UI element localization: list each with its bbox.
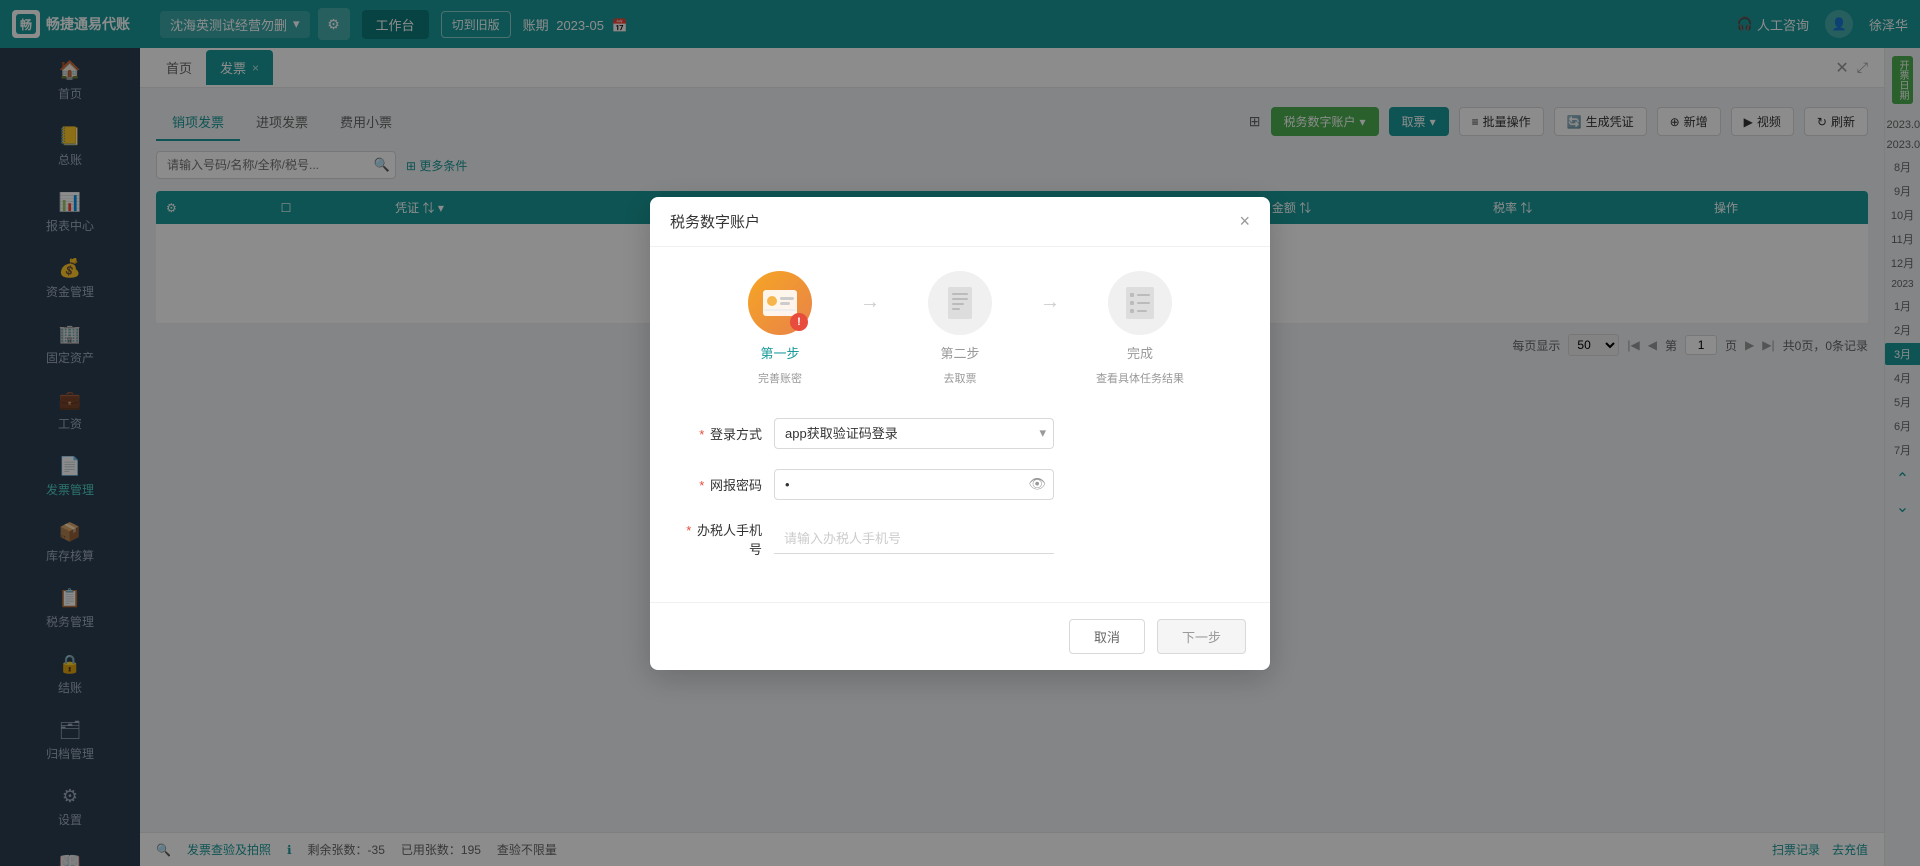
- step2-desc: 去取票: [944, 370, 977, 386]
- steps-row: ! 第一步 完善账密 →: [682, 271, 1238, 386]
- required-mark-2: *: [699, 478, 704, 493]
- step1-desc: 完善账密: [758, 370, 802, 386]
- phone-row: * 办税人手机号: [682, 520, 1238, 558]
- step1-badge: !: [790, 313, 808, 331]
- required-mark-1: *: [699, 427, 704, 442]
- password-input[interactable]: [774, 469, 1054, 500]
- step-3: 完成 查看具体任务结果: [1060, 271, 1220, 386]
- checklist-icon: [1122, 285, 1158, 321]
- step1-label: 第一步: [760, 343, 799, 362]
- login-method-control: app获取验证码登录 账号密码登录 ▾: [774, 418, 1054, 449]
- step3-icon-wrap: [1108, 271, 1172, 335]
- step-2: 第二步 去取票: [880, 271, 1040, 386]
- password-label: * 网报密码: [682, 475, 762, 494]
- step2-icon-wrap: [928, 271, 992, 335]
- tax-digital-dialog: 税务数字账户 ×: [650, 197, 1270, 670]
- step-1: ! 第一步 完善账密: [700, 271, 860, 386]
- dialog-footer: 取消 下一步: [650, 602, 1270, 670]
- eye-toggle-icon[interactable]: 👁: [1028, 476, 1046, 493]
- password-control: 👁: [774, 469, 1054, 500]
- phone-label: * 办税人手机号: [682, 520, 762, 558]
- required-mark-3: *: [686, 523, 691, 538]
- step3-label: 完成: [1127, 343, 1153, 362]
- next-step-button[interactable]: 下一步: [1157, 619, 1246, 654]
- modal-overlay: 税务数字账户 ×: [0, 0, 1920, 866]
- step3-desc: 查看具体任务结果: [1096, 370, 1184, 386]
- dialog-body: ! 第一步 完善账密 →: [650, 247, 1270, 602]
- id-card-icon: [762, 289, 798, 317]
- step1-icon-wrap: !: [748, 271, 812, 335]
- login-method-select[interactable]: app获取验证码登录 账号密码登录: [774, 418, 1054, 449]
- phone-input[interactable]: [774, 524, 1054, 554]
- cancel-button[interactable]: 取消: [1069, 619, 1145, 654]
- document-icon: [942, 285, 978, 321]
- login-method-label: * 登录方式: [682, 424, 762, 443]
- step-arrow-2: →: [1040, 271, 1060, 314]
- phone-control: [774, 524, 1054, 554]
- step2-label: 第二步: [940, 343, 979, 362]
- dialog-close-button[interactable]: ×: [1239, 212, 1250, 230]
- password-row: * 网报密码 👁: [682, 469, 1238, 500]
- login-method-row: * 登录方式 app获取验证码登录 账号密码登录 ▾: [682, 418, 1238, 449]
- step-arrow-1: →: [860, 271, 880, 314]
- dialog-title: 税务数字账户: [670, 211, 760, 232]
- dialog-header: 税务数字账户 ×: [650, 197, 1270, 247]
